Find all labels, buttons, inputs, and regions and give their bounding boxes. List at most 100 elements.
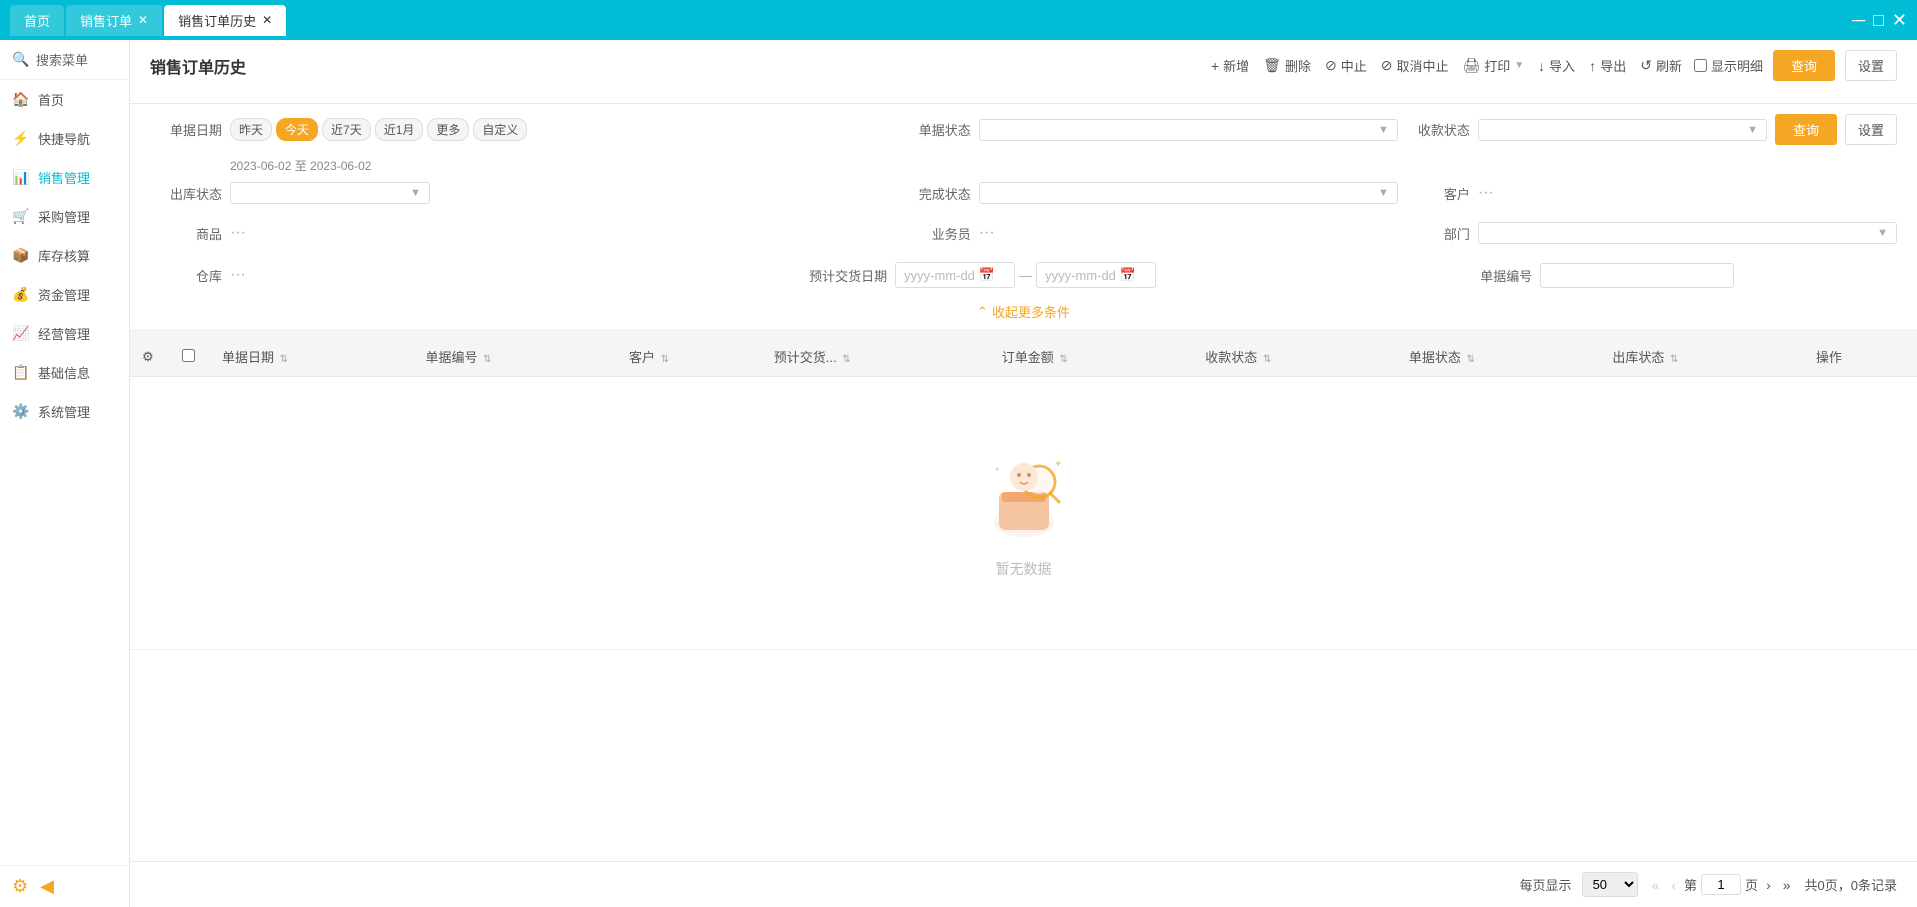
tab-home[interactable]: 首页 [10, 5, 64, 36]
tab-sales-order-history-close[interactable]: ✕ [262, 13, 272, 27]
settings-bottom-icon[interactable]: ⚙ [12, 876, 28, 897]
toolbar: + 新增 🗑 删除 ⊘ 中止 ⊘ 取消中止 [1209, 50, 1897, 93]
operations-icon: 📈 [12, 325, 30, 343]
calendar-end-icon: 📅 [1120, 267, 1136, 283]
tab-sales-order[interactable]: 销售订单 ✕ [66, 5, 162, 36]
setting-button[interactable]: 设置 [1845, 50, 1897, 81]
query-button-right[interactable]: 查询 [1775, 114, 1837, 145]
sidebar-item-sales[interactable]: 📊 销售管理 [0, 158, 129, 197]
date-badge-custom[interactable]: 自定义 [473, 118, 527, 141]
page-number-input[interactable] [1701, 874, 1741, 895]
export-icon: ↑ [1589, 58, 1596, 74]
th-customer[interactable]: 客户 ⇅ [617, 337, 762, 377]
complete-select[interactable]: ▼ [979, 182, 1398, 204]
salesperson-label: 业务员 [899, 224, 979, 243]
product-picker[interactable]: ··· [230, 224, 246, 242]
sidebar-item-operations-label: 经营管理 [38, 324, 90, 343]
page-size-label: 每页显示 [1520, 875, 1572, 894]
sidebar-item-finance-label: 资金管理 [38, 285, 90, 304]
filter-section: 单据日期 昨天 今天 近7天 近1月 更多 自定义 单据状态 [130, 104, 1917, 329]
sidebar-item-system[interactable]: ⚙️ 系统管理 [0, 392, 129, 431]
complete-dropdown-icon: ▼ [1378, 187, 1389, 199]
collapse-sidebar-icon[interactable]: ◀ [40, 876, 54, 897]
delivery-date-start[interactable]: yyyy-mm-dd 📅 [895, 262, 1015, 288]
receipt-status-select[interactable]: ▼ [1478, 119, 1767, 141]
date-value: 昨天 今天 近7天 近1月 更多 自定义 [230, 118, 899, 141]
sidebar-item-operations[interactable]: 📈 经营管理 [0, 314, 129, 353]
outbound-select[interactable]: ▼ [230, 182, 430, 204]
query-button[interactable]: 查询 [1773, 50, 1835, 81]
customer-picker[interactable]: ··· [1478, 184, 1494, 202]
warehouse-picker[interactable]: ··· [230, 266, 246, 284]
page-unit: 页 [1745, 875, 1758, 894]
th-doc-status[interactable]: 单据状态 ⇅ [1397, 337, 1601, 377]
import-button[interactable]: ↓ 导入 [1536, 52, 1577, 79]
maximize-button[interactable]: □ [1873, 10, 1884, 31]
th-receipt-status[interactable]: 收款状态 ⇅ [1193, 337, 1397, 377]
th-number[interactable]: 单据编号 ⇅ [414, 337, 618, 377]
docnum-label: 单据编号 [1460, 266, 1540, 285]
sort-outstatus-icon: ⇅ [1670, 354, 1678, 365]
delete-button[interactable]: 🗑 删除 [1261, 52, 1313, 79]
th-check[interactable] [170, 337, 210, 377]
search-icon: 🔍 [12, 51, 30, 69]
date-badge-7days[interactable]: 近7天 [322, 118, 371, 141]
gear-col-icon[interactable]: ⚙ [142, 349, 154, 364]
date-badge-more[interactable]: 更多 [427, 118, 469, 141]
select-all-checkbox[interactable] [182, 349, 195, 362]
print-button[interactable]: 🖨 打印 ▼ [1460, 52, 1526, 79]
display-toggle[interactable]: 显示明细 [1694, 56, 1763, 75]
salesperson-picker[interactable]: ··· [979, 224, 995, 242]
sidebar-item-purchase[interactable]: 🛒 采购管理 [0, 197, 129, 236]
calendar-start-icon: 📅 [979, 267, 995, 283]
date-label: 单据日期 [150, 120, 230, 139]
cancel-stop-button[interactable]: ⊘ 取消中止 [1379, 52, 1451, 79]
export-button[interactable]: ↑ 导出 [1587, 52, 1628, 79]
tab-sales-order-close[interactable]: ✕ [138, 13, 148, 27]
th-date[interactable]: 单据日期 ⇅ [210, 337, 414, 377]
quick-nav-icon: ⚡ [12, 130, 30, 148]
th-out-status[interactable]: 出库状态 ⇅ [1600, 337, 1804, 377]
finance-icon: 💰 [12, 286, 30, 304]
th-delivery[interactable]: 预计交货... ⇅ [762, 337, 990, 377]
sidebar-item-inventory[interactable]: 📦 库存核算 [0, 236, 129, 275]
sidebar-search-label: 搜索菜单 [36, 50, 88, 69]
status-select[interactable]: ▼ [979, 119, 1398, 141]
close-button[interactable]: ✕ [1892, 10, 1907, 31]
last-page-button[interactable]: » [1779, 875, 1795, 895]
next-page-button[interactable]: › [1762, 875, 1775, 895]
first-page-button[interactable]: « [1648, 875, 1664, 895]
sidebar-item-base[interactable]: 📋 基础信息 [0, 353, 129, 392]
filter-row-4: 仓库 ··· 预计交货日期 yyyy-mm-dd 📅 — yyyy-mm-dd … [130, 254, 1917, 288]
tab-sales-order-history[interactable]: 销售订单历史 ✕ [164, 5, 286, 36]
collapse-more[interactable]: ⌃ 收起更多条件 [130, 298, 1917, 329]
new-button[interactable]: + 新增 [1209, 52, 1251, 79]
new-label: 新增 [1223, 56, 1249, 75]
display-toggle-checkbox[interactable] [1694, 59, 1707, 72]
date-badge-yesterday[interactable]: 昨天 [230, 118, 272, 141]
th-amount[interactable]: 订单金额 ⇅ [990, 337, 1194, 377]
delete-label: 删除 [1285, 56, 1311, 75]
prev-page-button[interactable]: ‹ [1667, 875, 1680, 895]
outbound-dropdown-icon: ▼ [410, 187, 421, 199]
filter-salesperson-col: 业务员 ··· [899, 224, 1398, 243]
date-badge-1month[interactable]: 近1月 [375, 118, 424, 141]
th-gear[interactable]: ⚙ [130, 337, 170, 377]
delivery-date-end[interactable]: yyyy-mm-dd 📅 [1036, 262, 1156, 288]
sidebar-item-finance[interactable]: 💰 资金管理 [0, 275, 129, 314]
dept-select[interactable]: ▼ [1478, 222, 1897, 244]
date-badge-today[interactable]: 今天 [276, 118, 318, 141]
stop-button[interactable]: ⊘ 中止 [1323, 52, 1369, 79]
refresh-button[interactable]: ↺ 刷新 [1638, 52, 1684, 79]
docnum-input[interactable] [1540, 263, 1734, 288]
sidebar-item-home[interactable]: 🏠 首页 [0, 80, 129, 119]
print-dropdown-icon[interactable]: ▼ [1514, 60, 1524, 71]
setting-button-right[interactable]: 设置 [1845, 114, 1897, 145]
sort-date-icon: ⇅ [280, 354, 288, 365]
collapse-label: 收起更多条件 [992, 302, 1070, 321]
filter-docnum-col: 单据编号 [1460, 263, 1897, 288]
sidebar-item-quick-nav[interactable]: ⚡ 快捷导航 [0, 119, 129, 158]
sidebar-search[interactable]: 🔍 搜索菜单 [0, 40, 129, 80]
page-size-select[interactable]: 10 20 50 100 [1582, 872, 1638, 897]
minimize-button[interactable]: ─ [1852, 10, 1865, 31]
